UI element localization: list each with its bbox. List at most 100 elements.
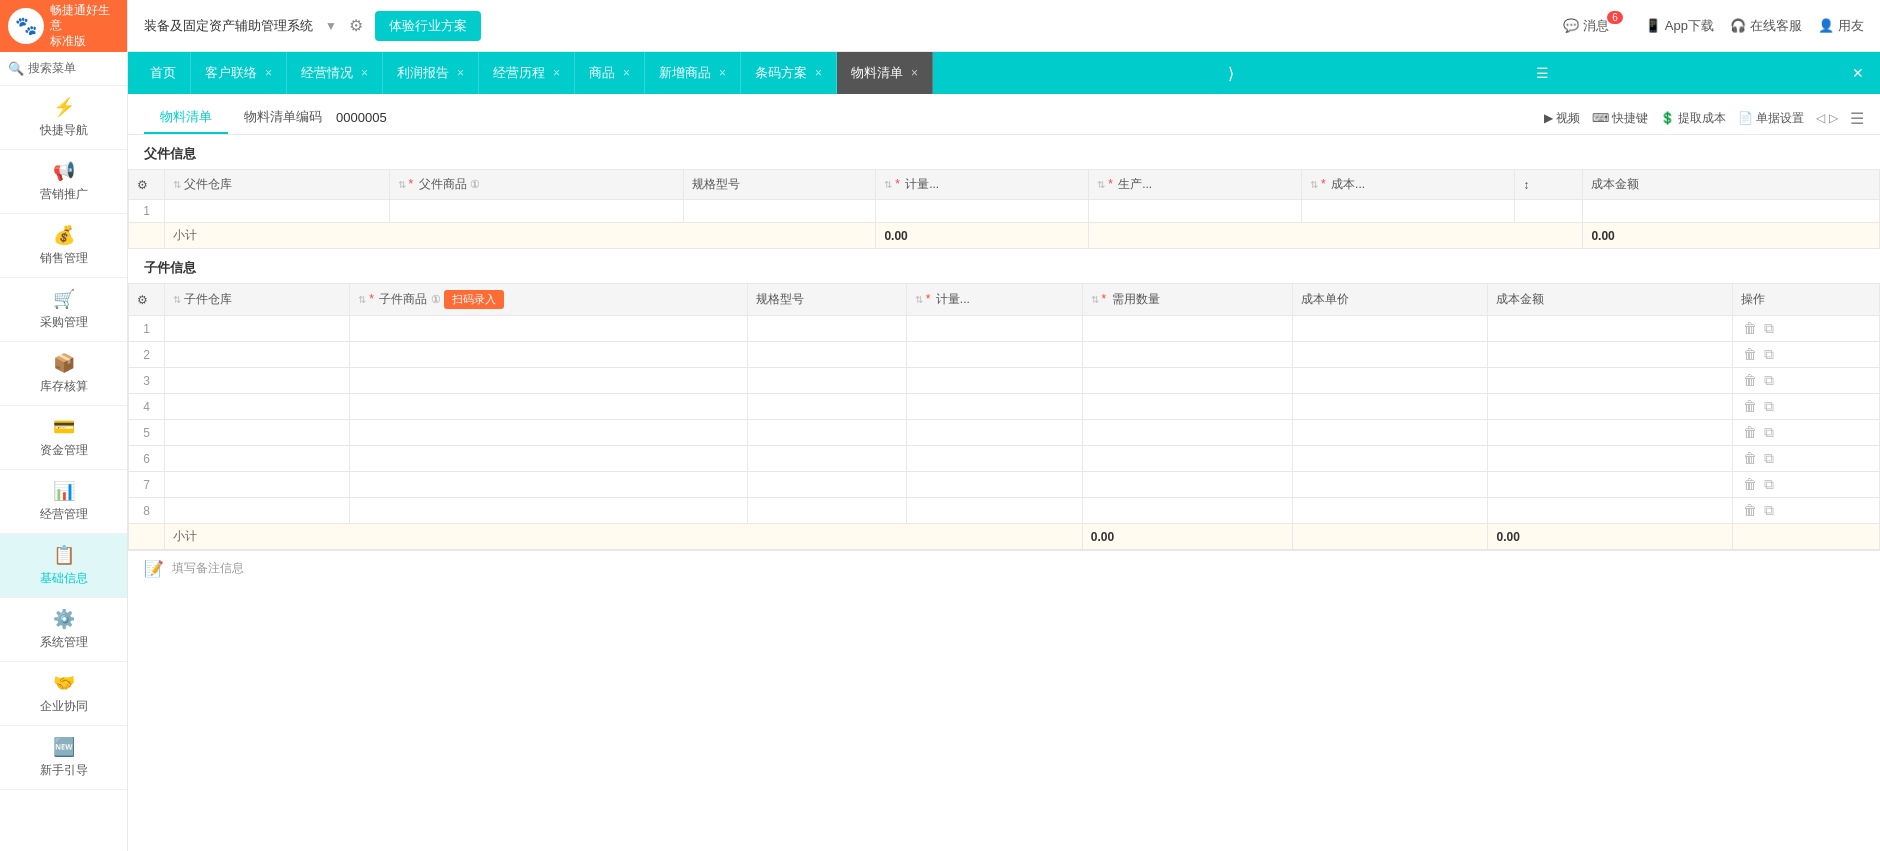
child-quantity-cell[interactable] [1082, 472, 1292, 498]
user-btn[interactable]: 👤 用友 [1818, 17, 1864, 35]
sidebar-item-guide[interactable]: 🆕 新手引导 [0, 726, 127, 790]
child-quantity-cell[interactable] [1082, 420, 1292, 446]
sidebar-item-finance[interactable]: 💳 资金管理 [0, 406, 127, 470]
subtab-bom-code[interactable]: 物料清单编码 0000005 [228, 102, 403, 134]
child-col-gear[interactable]: ⚙ [129, 284, 165, 316]
delete-icon[interactable]: 🗑 [1741, 474, 1759, 494]
parent-spec-cell[interactable] [683, 200, 876, 223]
child-warehouse-cell[interactable] [165, 394, 350, 420]
tab-bom[interactable]: 物料清单 × [837, 52, 933, 94]
nav-next-btn[interactable]: ▷ [1829, 111, 1838, 125]
sidebar-item-quick-nav[interactable]: ⚡ 快捷导航 [0, 86, 127, 150]
delete-icon[interactable]: 🗑 [1741, 344, 1759, 364]
tab-menu-btn[interactable]: ☰ [1528, 65, 1557, 81]
child-unit-cell[interactable] [907, 316, 1083, 342]
child-spec-cell[interactable] [748, 342, 907, 368]
child-spec-cell[interactable] [748, 394, 907, 420]
single-settings-action[interactable]: 📄 单据设置 [1738, 110, 1804, 127]
sidebar-item-purchase[interactable]: 🛒 采购管理 [0, 278, 127, 342]
child-spec-cell[interactable] [748, 472, 907, 498]
delete-icon[interactable]: 🗑 [1741, 370, 1759, 390]
child-warehouse-cell[interactable] [165, 368, 350, 394]
tab-close-all-btn[interactable]: ✕ [1844, 65, 1872, 81]
child-spec-cell[interactable] [748, 420, 907, 446]
sidebar-item-basic-info[interactable]: 📋 基础信息 [0, 534, 127, 598]
child-goods-cell[interactable] [350, 316, 748, 342]
child-warehouse-cell[interactable] [165, 498, 350, 524]
tab-close-icon[interactable]: × [911, 66, 918, 80]
tab-profit[interactable]: 利润报告 × [383, 52, 479, 94]
scan-btn[interactable]: 扫码录入 [444, 290, 504, 309]
extract-cost-action[interactable]: 💲 提取成本 [1660, 110, 1726, 127]
delete-icon[interactable]: 🗑 [1741, 318, 1759, 338]
child-spec-cell[interactable] [748, 446, 907, 472]
sidebar-item-sales[interactable]: 💰 销售管理 [0, 214, 127, 278]
child-warehouse-cell[interactable] [165, 342, 350, 368]
child-goods-cell[interactable] [350, 498, 748, 524]
child-unit-cell[interactable] [907, 342, 1083, 368]
tab-new-goods[interactable]: 新增商品 × [645, 52, 741, 94]
sidebar-item-system[interactable]: ⚙️ 系统管理 [0, 598, 127, 662]
child-quantity-cell[interactable] [1082, 446, 1292, 472]
tab-close-icon[interactable]: × [457, 66, 464, 80]
child-goods-cell[interactable] [350, 342, 748, 368]
tab-close-icon[interactable]: × [815, 66, 822, 80]
sidebar-item-inventory[interactable]: 📦 库存核算 [0, 342, 127, 406]
tab-history[interactable]: 经营历程 × [479, 52, 575, 94]
child-warehouse-cell[interactable] [165, 316, 350, 342]
child-goods-cell[interactable] [350, 446, 748, 472]
tab-barcode[interactable]: 条码方案 × [741, 52, 837, 94]
copy-icon[interactable]: ⧉ [1762, 318, 1776, 338]
child-unit-cell[interactable] [907, 420, 1083, 446]
child-goods-cell[interactable] [350, 394, 748, 420]
tab-overflow-btn[interactable]: ⟩ [1220, 64, 1242, 83]
child-unit-cell[interactable] [907, 498, 1083, 524]
sidebar-item-operations[interactable]: 📊 经营管理 [0, 470, 127, 534]
tab-home[interactable]: 首页 [136, 52, 191, 94]
child-quantity-cell[interactable] [1082, 368, 1292, 394]
tab-close-icon[interactable]: × [361, 66, 368, 80]
tab-close-icon[interactable]: × [623, 66, 630, 80]
child-quantity-cell[interactable] [1082, 342, 1292, 368]
tab-operations[interactable]: 经营情况 × [287, 52, 383, 94]
child-unit-cell[interactable] [907, 394, 1083, 420]
sidebar-search[interactable]: 🔍 搜索菜单 [0, 52, 127, 86]
child-unit-cell[interactable] [907, 368, 1083, 394]
gear-settings-icon[interactable]: ⚙ [349, 16, 363, 35]
message-btn[interactable]: 💬 消息 6 [1563, 17, 1629, 35]
parent-cost-cell[interactable] [1302, 200, 1515, 223]
parent-col-gear[interactable]: ⚙ [129, 170, 165, 200]
parent-unit-cell[interactable] [876, 200, 1089, 223]
tab-close-icon[interactable]: × [719, 66, 726, 80]
shortcut-action[interactable]: ⌨ 快捷键 [1592, 110, 1648, 127]
subtab-bom-list[interactable]: 物料清单 [144, 102, 228, 134]
delete-icon[interactable]: 🗑 [1741, 396, 1759, 416]
delete-icon[interactable]: 🗑 [1741, 422, 1759, 442]
child-goods-cell[interactable] [350, 420, 748, 446]
list-view-btn[interactable]: ☰ [1850, 109, 1864, 128]
tab-customers[interactable]: 客户联络 × [191, 52, 287, 94]
child-warehouse-cell[interactable] [165, 420, 350, 446]
child-unit-cell[interactable] [907, 472, 1083, 498]
tab-goods[interactable]: 商品 × [575, 52, 645, 94]
tab-close-icon[interactable]: × [553, 66, 560, 80]
copy-icon[interactable]: ⧉ [1762, 396, 1776, 416]
copy-icon[interactable]: ⧉ [1762, 474, 1776, 494]
video-action[interactable]: ▶ 视频 [1544, 110, 1580, 127]
child-quantity-cell[interactable] [1082, 498, 1292, 524]
child-spec-cell[interactable] [748, 498, 907, 524]
copy-icon[interactable]: ⧉ [1762, 344, 1776, 364]
child-warehouse-cell[interactable] [165, 446, 350, 472]
copy-icon[interactable]: ⧉ [1762, 370, 1776, 390]
child-goods-cell[interactable] [350, 472, 748, 498]
parent-production-cell[interactable] [1089, 200, 1302, 223]
delete-icon[interactable]: 🗑 [1741, 448, 1759, 468]
app-download-btn[interactable]: 📱 App下载 [1645, 17, 1714, 35]
copy-icon[interactable]: ⧉ [1762, 422, 1776, 442]
child-unit-cell[interactable] [907, 446, 1083, 472]
child-spec-cell[interactable] [748, 368, 907, 394]
experience-btn[interactable]: 体验行业方案 [375, 11, 481, 41]
online-service-btn[interactable]: 🎧 在线客服 [1730, 17, 1802, 35]
copy-icon[interactable]: ⧉ [1762, 448, 1776, 468]
parent-goods-cell[interactable] [389, 200, 683, 223]
